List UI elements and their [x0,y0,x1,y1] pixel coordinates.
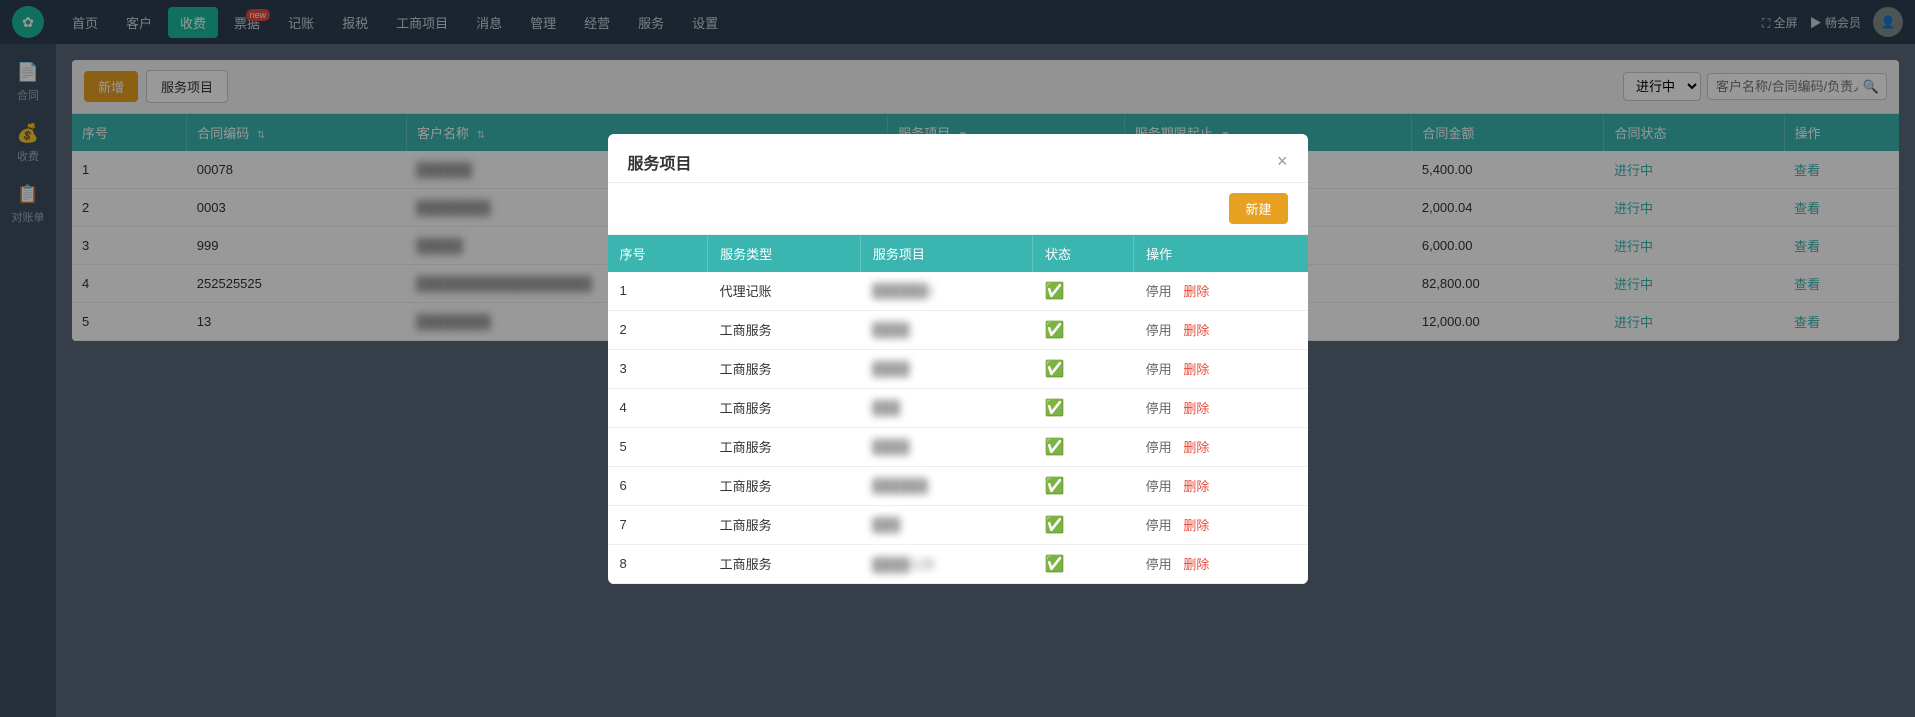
status-check-icon: ✅ [1045,283,1065,300]
disable-button[interactable]: 停用 [1146,362,1172,377]
modal-cell-ops[interactable]: 停用 删除 [1134,310,1308,349]
modal-cell-no: 3 [608,349,708,388]
modal-cell-status: ✅ [1033,544,1134,583]
list-item: 2 工商服务 ████ ✅ 停用 删除 [608,310,1308,349]
disable-button[interactable]: 停用 [1146,479,1172,494]
modal-cell-status: ✅ [1033,466,1134,505]
modal-toolbar: 新建 [608,183,1308,235]
modal-cell-ops[interactable]: 停用 删除 [1134,388,1308,427]
modal-cell-no: 5 [608,427,708,466]
modal-title: 服务项目 [628,150,692,174]
status-check-icon: ✅ [1045,400,1065,417]
modal-cell-no: 8 [608,544,708,583]
status-check-icon: ✅ [1045,439,1065,456]
modal-cell-ops[interactable]: 停用 删除 [1134,427,1308,466]
modal-cell-item: ████注册 [860,544,1032,583]
delete-button[interactable]: 删除 [1183,479,1209,494]
modal-cell-type: 代理记账 [708,272,861,311]
modal-cell-item: ██████ [860,466,1032,505]
delete-button[interactable]: 删除 [1183,362,1209,377]
modal-col-no: 序号 [608,235,708,272]
modal-cell-ops[interactable]: 停用 删除 [1134,349,1308,388]
modal-new-button[interactable]: 新建 [1229,193,1287,224]
modal-col-action: 操作 [1134,235,1308,272]
modal-cell-no: 6 [608,466,708,505]
disable-button[interactable]: 停用 [1146,518,1172,533]
modal-overlay[interactable]: 服务项目 × 新建 序号 服务类型 服务项目 状态 操作 1 代理记账 ████ [0,0,1915,717]
modal-cell-ops[interactable]: 停用 删除 [1134,544,1308,583]
modal-cell-type: 工商服务 [708,505,861,544]
list-item: 7 工商服务 ███ ✅ 停用 删除 [608,505,1308,544]
status-check-icon: ✅ [1045,361,1065,378]
modal-cell-item: ██████1 [860,272,1032,311]
modal-cell-no: 7 [608,505,708,544]
status-check-icon: ✅ [1045,556,1065,573]
service-items-modal: 服务项目 × 新建 序号 服务类型 服务项目 状态 操作 1 代理记账 ████ [608,134,1308,584]
modal-cell-ops[interactable]: 停用 删除 [1134,272,1308,311]
modal-cell-type: 工商服务 [708,388,861,427]
modal-cell-item: ███ [860,505,1032,544]
list-item: 8 工商服务 ████注册 ✅ 停用 删除 [608,544,1308,583]
modal-cell-type: 工商服务 [708,427,861,466]
modal-cell-no: 4 [608,388,708,427]
modal-col-status: 状态 [1033,235,1134,272]
modal-cell-status: ✅ [1033,427,1134,466]
modal-cell-type: 工商服务 [708,310,861,349]
delete-button[interactable]: 删除 [1183,440,1209,455]
list-item: 4 工商服务 ███ ✅ 停用 删除 [608,388,1308,427]
status-check-icon: ✅ [1045,478,1065,495]
modal-cell-type: 工商服务 [708,544,861,583]
modal-close-button[interactable]: × [1277,151,1288,172]
modal-cell-no: 1 [608,272,708,311]
disable-button[interactable]: 停用 [1146,401,1172,416]
disable-button[interactable]: 停用 [1146,440,1172,455]
modal-cell-item: ████ [860,349,1032,388]
service-items-table: 序号 服务类型 服务项目 状态 操作 1 代理记账 ██████1 ✅ 停用 删… [608,235,1308,584]
modal-body: 序号 服务类型 服务项目 状态 操作 1 代理记账 ██████1 ✅ 停用 删… [608,235,1308,584]
list-item: 5 工商服务 ████ ✅ 停用 删除 [608,427,1308,466]
delete-button[interactable]: 删除 [1183,401,1209,416]
delete-button[interactable]: 删除 [1183,284,1209,299]
disable-button[interactable]: 停用 [1146,284,1172,299]
disable-button[interactable]: 停用 [1146,557,1172,572]
status-check-icon: ✅ [1045,322,1065,339]
modal-cell-type: 工商服务 [708,466,861,505]
modal-cell-no: 2 [608,310,708,349]
modal-cell-type: 工商服务 [708,349,861,388]
disable-button[interactable]: 停用 [1146,323,1172,338]
modal-cell-status: ✅ [1033,310,1134,349]
modal-cell-ops[interactable]: 停用 删除 [1134,505,1308,544]
modal-cell-status: ✅ [1033,272,1134,311]
list-item: 3 工商服务 ████ ✅ 停用 删除 [608,349,1308,388]
modal-cell-item: ████ [860,427,1032,466]
modal-cell-item: ████ [860,310,1032,349]
modal-cell-ops[interactable]: 停用 删除 [1134,466,1308,505]
modal-cell-status: ✅ [1033,388,1134,427]
delete-button[interactable]: 删除 [1183,518,1209,533]
delete-button[interactable]: 删除 [1183,557,1209,572]
modal-cell-item: ███ [860,388,1032,427]
delete-button[interactable]: 删除 [1183,323,1209,338]
modal-header: 服务项目 × [608,134,1308,183]
modal-cell-status: ✅ [1033,349,1134,388]
modal-col-type: 服务类型 [708,235,861,272]
status-check-icon: ✅ [1045,517,1065,534]
modal-cell-status: ✅ [1033,505,1134,544]
modal-col-item: 服务项目 [860,235,1032,272]
list-item: 1 代理记账 ██████1 ✅ 停用 删除 [608,272,1308,311]
list-item: 6 工商服务 ██████ ✅ 停用 删除 [608,466,1308,505]
